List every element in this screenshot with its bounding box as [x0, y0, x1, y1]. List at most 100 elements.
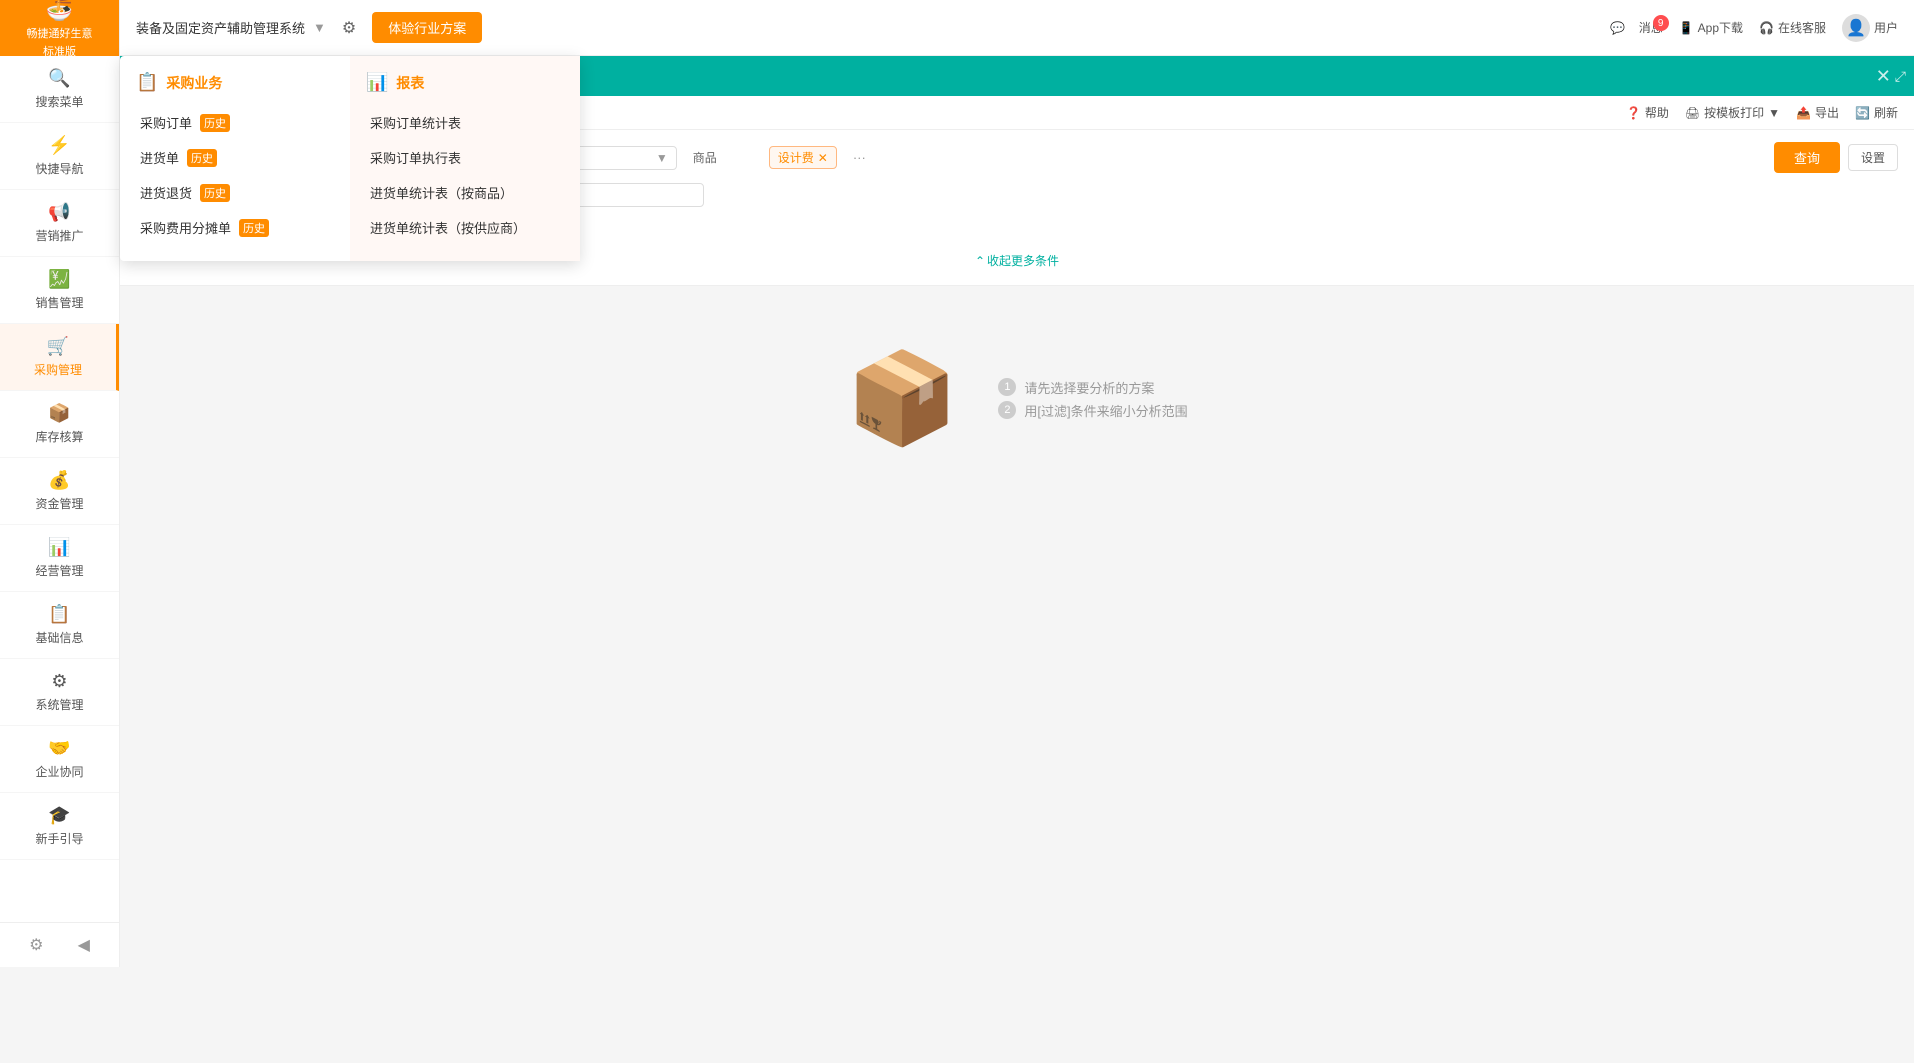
dropdown-item-incoming-stat-goods[interactable]: 进货单统计表（按商品）: [366, 175, 564, 210]
return-goods-label: 进货退货: [140, 183, 192, 202]
setting-button[interactable]: 设置: [1848, 144, 1898, 171]
dropdown-item-return-goods[interactable]: 进货退货 历史: [136, 175, 334, 210]
sidebar-item-basic-info[interactable]: 📋 基础信息: [0, 592, 119, 659]
sidebar-item-guide[interactable]: 🎓 新手引导: [0, 793, 119, 860]
hint-number-2: 2: [998, 401, 1016, 419]
dropdown-item-purchase-expense[interactable]: 采购费用分摊单 历史: [136, 210, 334, 245]
collapse-label: 收起更多条件: [987, 252, 1059, 269]
incoming-history-tag: 历史: [187, 149, 217, 167]
header-gear-icon[interactable]: ⚙: [342, 18, 356, 38]
purchase-order-history-tag: 历史: [200, 114, 230, 132]
header: 装备及固定资产辅助管理系统 ▼ ⚙ 体验行业方案 💬 9 消息 📱 App下载 …: [120, 0, 1914, 56]
sidebar-item-sales[interactable]: 💹 销售管理: [0, 257, 119, 324]
dropdown-item-purchase-order-exec[interactable]: 采购订单执行表: [366, 140, 564, 175]
tab-bar-expand-icon[interactable]: ⤢: [1895, 68, 1906, 85]
empty-hints: 1 请先选择要分析的方案 2 用[过滤]条件来缩小分析范围: [998, 378, 1187, 420]
sidebar-item-label-finance: 资金管理: [35, 495, 83, 512]
dropdown-item-incoming-stat-supplier[interactable]: 进货单统计表（按供应商）: [366, 210, 564, 245]
print-btn[interactable]: 🖨 按模板打印 ▼: [1685, 104, 1780, 121]
purchase-dropdown-menu: 📋 采购业务 采购订单 历史 进货单 历史 进货退货 历史 采购费用分摊单 历史…: [120, 56, 580, 261]
print-icon: 🖨: [1685, 106, 1700, 120]
help-btn[interactable]: ❓ 帮助: [1626, 104, 1669, 121]
print-label: 按模板打印: [1704, 104, 1764, 121]
sidebar-logo[interactable]: 🍜 畅捷通好生意 标准版: [0, 0, 119, 56]
help-label: 帮助: [1645, 104, 1669, 121]
sidebar-item-enterprise[interactable]: 🤝 企业协同: [0, 726, 119, 793]
collapse-more-conditions-btn[interactable]: ⌃ 收起更多条件: [959, 248, 1075, 273]
purchase-icon: 🛒: [47, 336, 69, 357]
lightning-icon: ⚡: [48, 135, 70, 156]
search-icon: 🔍: [48, 68, 70, 89]
dropdown-item-incoming[interactable]: 进货单 历史: [136, 140, 334, 175]
purchase-expense-label: 采购费用分摊单: [140, 218, 231, 237]
goods-more-dots[interactable]: ···: [853, 150, 866, 165]
tab-bar-close-icon[interactable]: ✕: [1876, 66, 1891, 87]
print-dropdown-icon: ▼: [1768, 106, 1780, 120]
sidebar-item-label-basic-info: 基础信息: [35, 629, 83, 646]
dropdown-col-title-reports: 📊 报表: [366, 72, 564, 93]
avatar: 👤: [1842, 14, 1870, 42]
incoming-stat-goods-label: 进货单统计表（按商品）: [370, 183, 513, 202]
goods-tag-text: 设计费: [778, 149, 814, 166]
basic-info-icon: 📋: [48, 604, 70, 625]
avatar-icon: 👤: [1846, 18, 1866, 38]
sidebar-item-label-guide: 新手引导: [35, 830, 83, 847]
inventory-icon: 📦: [48, 403, 70, 424]
message-btn[interactable]: 💬 9 消息: [1610, 19, 1662, 36]
dropdown-col-title-purchase: 📋 采购业务: [136, 72, 334, 93]
sidebar-item-inventory[interactable]: 📦 库存核算: [0, 391, 119, 458]
industry-plan-button[interactable]: 体验行业方案: [372, 12, 482, 43]
collapse-arrow-icon: ⌃: [975, 254, 985, 268]
purchase-expense-history-tag: 历史: [239, 219, 269, 237]
purchase-order-stat-label: 采购订单统计表: [370, 113, 461, 132]
refresh-label: 刷新: [1874, 104, 1898, 121]
query-button[interactable]: 查询: [1774, 142, 1840, 173]
collapse-sidebar-btn[interactable]: ◀: [78, 935, 90, 955]
sidebar-item-label-quick-nav: 快捷导航: [35, 160, 83, 177]
action-area: 查询 设置: [1774, 142, 1898, 173]
sidebar-item-operations[interactable]: 📊 经营管理: [0, 525, 119, 592]
system-name-text: 装备及固定资产辅助管理系统: [136, 18, 305, 37]
sidebar-item-label-enterprise: 企业协同: [35, 763, 83, 780]
sidebar-item-label-purchase: 采购管理: [34, 361, 82, 378]
empty-illustration: 📦: [846, 346, 958, 451]
dropdown-col-title-reports-label: 报表: [396, 73, 424, 93]
phone-icon: 📱: [1679, 21, 1694, 35]
message-badge: 9: [1653, 15, 1669, 31]
user-label: 用户: [1874, 19, 1898, 36]
tab-bar-controls: ✕ ⤢: [1876, 66, 1914, 87]
finance-icon: 💰: [48, 470, 70, 491]
export-label: 导出: [1815, 104, 1839, 121]
sidebar-item-label-inventory: 库存核算: [35, 428, 83, 445]
incoming-stat-supplier-label: 进货单统计表（按供应商）: [370, 218, 526, 237]
system-icon: ⚙: [51, 671, 67, 692]
hint-text-1: 请先选择要分析的方案: [1024, 378, 1154, 397]
refresh-btn[interactable]: 🔄 刷新: [1855, 104, 1898, 121]
empty-state-container: 📦 1 请先选择要分析的方案 2 用[过滤]条件来缩小分析范围: [120, 286, 1914, 511]
return-goods-history-tag: 历史: [200, 184, 230, 202]
hint-number-1: 1: [998, 378, 1016, 396]
sales-icon: 💹: [48, 269, 70, 290]
online-service-btn[interactable]: 🎧 在线客服: [1759, 19, 1826, 36]
incoming-label: 进货单: [140, 148, 179, 167]
sidebar-item-quick-nav[interactable]: ⚡ 快捷导航: [0, 123, 119, 190]
goods-tag-close-icon[interactable]: ✕: [818, 151, 828, 165]
logo-text: 畅捷通好生意: [27, 25, 93, 41]
sidebar-bottom: ⚙ ◀: [0, 922, 119, 967]
export-btn[interactable]: 📤 导出: [1796, 104, 1839, 121]
online-service-label: 在线客服: [1778, 19, 1826, 36]
sidebar-item-purchase[interactable]: 🛒 采购管理: [0, 324, 119, 391]
dropdown-item-purchase-order-stat[interactable]: 采购订单统计表: [366, 105, 564, 140]
user-profile-btn[interactable]: 👤 用户: [1842, 14, 1898, 42]
app-download-btn[interactable]: 📱 App下载: [1679, 19, 1743, 36]
sidebar-item-finance[interactable]: 💰 资金管理: [0, 458, 119, 525]
sidebar-item-marketing[interactable]: 📢 营销推广: [0, 190, 119, 257]
system-dropdown-arrow[interactable]: ▼: [313, 20, 326, 35]
dropdown-item-purchase-order[interactable]: 采购订单 历史: [136, 105, 334, 140]
sidebar-item-search[interactable]: 🔍 搜索菜单: [0, 56, 119, 123]
header-right: 💬 9 消息 📱 App下载 🎧 在线客服 👤 用户: [1610, 14, 1898, 42]
sidebar-item-system[interactable]: ⚙ 系统管理: [0, 659, 119, 726]
guide-icon: 🎓: [48, 805, 70, 826]
settings-bottom-icon[interactable]: ⚙: [29, 935, 43, 955]
sidebar: 🍜 畅捷通好生意 标准版 🔍 搜索菜单 ⚡ 快捷导航 📢 营销推广 💹 销售管理…: [0, 0, 120, 967]
